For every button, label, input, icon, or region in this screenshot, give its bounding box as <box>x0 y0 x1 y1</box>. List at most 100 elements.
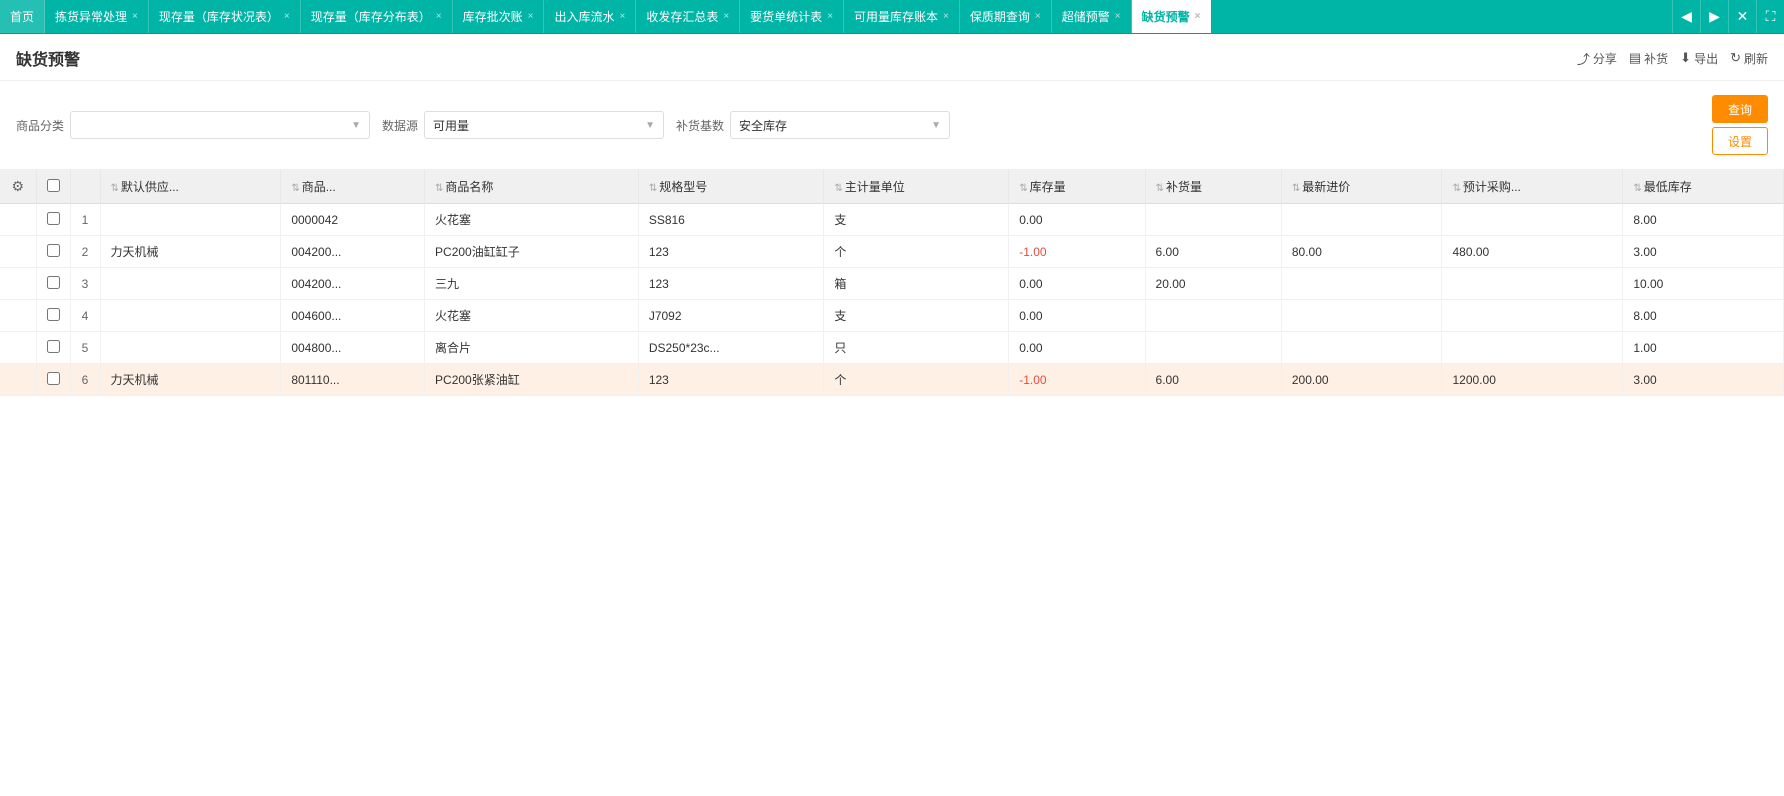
category-label: 商品分类 <box>16 117 64 134</box>
nav-tab-7[interactable]: 要货单统计表 × <box>740 0 844 33</box>
nav-tab-close-4[interactable]: × <box>528 11 534 22</box>
row-stock-2: 0.00 <box>1009 268 1145 300</box>
row-num-2: 3 <box>70 268 100 300</box>
nav-tab-label-7: 要货单统计表 <box>750 8 822 25</box>
th-settings: ⚙ <box>0 170 36 204</box>
th-min-stock[interactable]: ⇅最低库存 <box>1623 170 1784 204</box>
nav-tab-label-1: 拣货异常处理 <box>55 8 127 25</box>
row-stock-4: 0.00 <box>1009 332 1145 364</box>
row-name-1: PC200油缸缸子 <box>425 236 639 268</box>
row-min-5: 3.00 <box>1623 364 1784 396</box>
row-stock-3: 0.00 <box>1009 300 1145 332</box>
nav-tab-label-10: 超储预警 <box>1062 8 1110 25</box>
th-product-name[interactable]: ⇅商品名称 <box>425 170 639 204</box>
select-all-checkbox[interactable] <box>47 179 60 192</box>
nav-tab-close-10[interactable]: × <box>1115 11 1121 22</box>
nav-prev-btn[interactable]: ◀ <box>1672 0 1700 33</box>
nav-tab-label-6: 收发存汇总表 <box>646 8 718 25</box>
datasource-select-arrow: ▼ <box>645 120 655 131</box>
row-num-3: 4 <box>70 300 100 332</box>
settings-button[interactable]: 设置 <box>1712 127 1768 155</box>
row-checkbox-0[interactable] <box>47 212 60 225</box>
table-row: 5 004800... 离合片 DS250*23c... 只 0.00 1.00 <box>0 332 1784 364</box>
filter-actions: 查询 设置 <box>1712 95 1768 155</box>
nav-tab-11[interactable]: 缺货预警 × <box>1132 0 1212 33</box>
row-est-0 <box>1442 204 1623 236</box>
nav-tab-label-9: 保质期查询 <box>970 8 1030 25</box>
row-spec-5: 123 <box>638 364 824 396</box>
nav-tab-close-9[interactable]: × <box>1035 11 1041 22</box>
row-num-0: 1 <box>70 204 100 236</box>
th-spec[interactable]: ⇅规格型号 <box>638 170 824 204</box>
datasource-select-value: 可用量 <box>433 117 469 134</box>
row-unit-0: 支 <box>824 204 1009 236</box>
th-restock-qty[interactable]: ⇅补货量 <box>1145 170 1281 204</box>
th-stock-qty[interactable]: ⇅库存量 <box>1009 170 1145 204</box>
nav-tab-close-5[interactable]: × <box>619 11 625 22</box>
data-table: ⚙ ⇅默认供应... ⇅商品... ⇅商品名称 <box>0 170 1784 396</box>
row-checkbox-5[interactable] <box>47 372 60 385</box>
row-supplier-0 <box>100 204 281 236</box>
nav-tab-10[interactable]: 超储预警 × <box>1052 0 1132 33</box>
row-min-2: 10.00 <box>1623 268 1784 300</box>
row-code-5: 801110... <box>281 364 425 396</box>
filter-area: 商品分类 ▼ 数据源 可用量 ▼ 补货基数 安全库存 ▼ 查询 设置 <box>0 81 1784 170</box>
datasource-select[interactable]: 可用量 ▼ <box>424 111 664 139</box>
row-name-3: 火花塞 <box>425 300 639 332</box>
category-filter-group: 商品分类 ▼ <box>16 111 370 139</box>
row-spec-4: DS250*23c... <box>638 332 824 364</box>
sort-icon-9: ⇅ <box>1452 183 1460 194</box>
gear-icon[interactable]: ⚙ <box>10 178 26 195</box>
nav-tab-1[interactable]: 拣货异常处理 × <box>45 0 149 33</box>
nav-tab-3[interactable]: 现存量（库存分布表） × <box>301 0 453 33</box>
datasource-filter-group: 数据源 可用量 ▼ <box>382 111 664 139</box>
row-checkbox-3[interactable] <box>47 308 60 321</box>
row-checkbox-4[interactable] <box>47 340 60 353</box>
nav-tab-close-7[interactable]: × <box>827 11 833 22</box>
restock-base-select[interactable]: 安全库存 ▼ <box>730 111 950 139</box>
sort-icon-7: ⇅ <box>1156 183 1164 194</box>
row-checkbox-1[interactable] <box>47 244 60 257</box>
row-checkbox-2[interactable] <box>47 276 60 289</box>
nav-tab-8[interactable]: 可用量库存账本 × <box>844 0 960 33</box>
nav-tab-close-1[interactable]: × <box>132 11 138 22</box>
nav-tab-6[interactable]: 收发存汇总表 × <box>636 0 740 33</box>
refresh-btn[interactable]: ↻ 刷新 <box>1730 50 1768 67</box>
th-row-num <box>70 170 100 204</box>
th-latest-price[interactable]: ⇅最新进价 <box>1281 170 1442 204</box>
nav-tab-close-8[interactable]: × <box>943 11 949 22</box>
restock-btn[interactable]: ▤ 补货 <box>1629 50 1668 67</box>
sort-icon-2: ⇅ <box>291 183 299 194</box>
row-restock-2: 20.00 <box>1145 268 1281 300</box>
row-spec-1: 123 <box>638 236 824 268</box>
th-unit[interactable]: ⇅主计量单位 <box>824 170 1009 204</box>
export-btn[interactable]: ⬇ 导出 <box>1680 50 1718 67</box>
nav-tab-close-2[interactable]: × <box>284 11 290 22</box>
nav-bar: 首页拣货异常处理 ×现存量（库存状况表） ×现存量（库存分布表） ×库存批次账 … <box>0 0 1784 34</box>
nav-expand-btn[interactable]: ⛶ <box>1756 0 1784 33</box>
nav-tab-9[interactable]: 保质期查询 × <box>960 0 1052 33</box>
query-button[interactable]: 查询 <box>1712 95 1768 123</box>
nav-tab-close-11[interactable]: × <box>1195 11 1201 22</box>
th-est-purchase[interactable]: ⇅预计采购... <box>1442 170 1623 204</box>
nav-tab-label-11: 缺货预警 <box>1142 8 1190 25</box>
th-default-supplier[interactable]: ⇅默认供应... <box>100 170 281 204</box>
nav-tab-4[interactable]: 库存批次账 × <box>453 0 545 33</box>
row-min-3: 8.00 <box>1623 300 1784 332</box>
category-select[interactable]: ▼ <box>70 111 370 139</box>
nav-tab-0[interactable]: 首页 <box>0 0 45 33</box>
th-product-code[interactable]: ⇅商品... <box>281 170 425 204</box>
row-gear-0 <box>0 204 36 236</box>
nav-tab-close-3[interactable]: × <box>436 11 442 22</box>
nav-tab-5[interactable]: 出入库流水 × <box>544 0 636 33</box>
row-name-0: 火花塞 <box>425 204 639 236</box>
row-code-2: 004200... <box>281 268 425 300</box>
nav-tab-close-6[interactable]: × <box>723 11 729 22</box>
nav-next-btn[interactable]: ▶ <box>1700 0 1728 33</box>
restock-base-select-value: 安全库存 <box>739 117 787 134</box>
nav-tab-2[interactable]: 现存量（库存状况表） × <box>149 0 301 33</box>
nav-close-btn[interactable]: ✕ <box>1728 0 1756 33</box>
table-row: 1 0000042 火花塞 SS816 支 0.00 8.00 <box>0 204 1784 236</box>
sort-icon: ⇅ <box>111 183 119 194</box>
share-btn[interactable]: ⤴ 分享 <box>1577 49 1617 68</box>
